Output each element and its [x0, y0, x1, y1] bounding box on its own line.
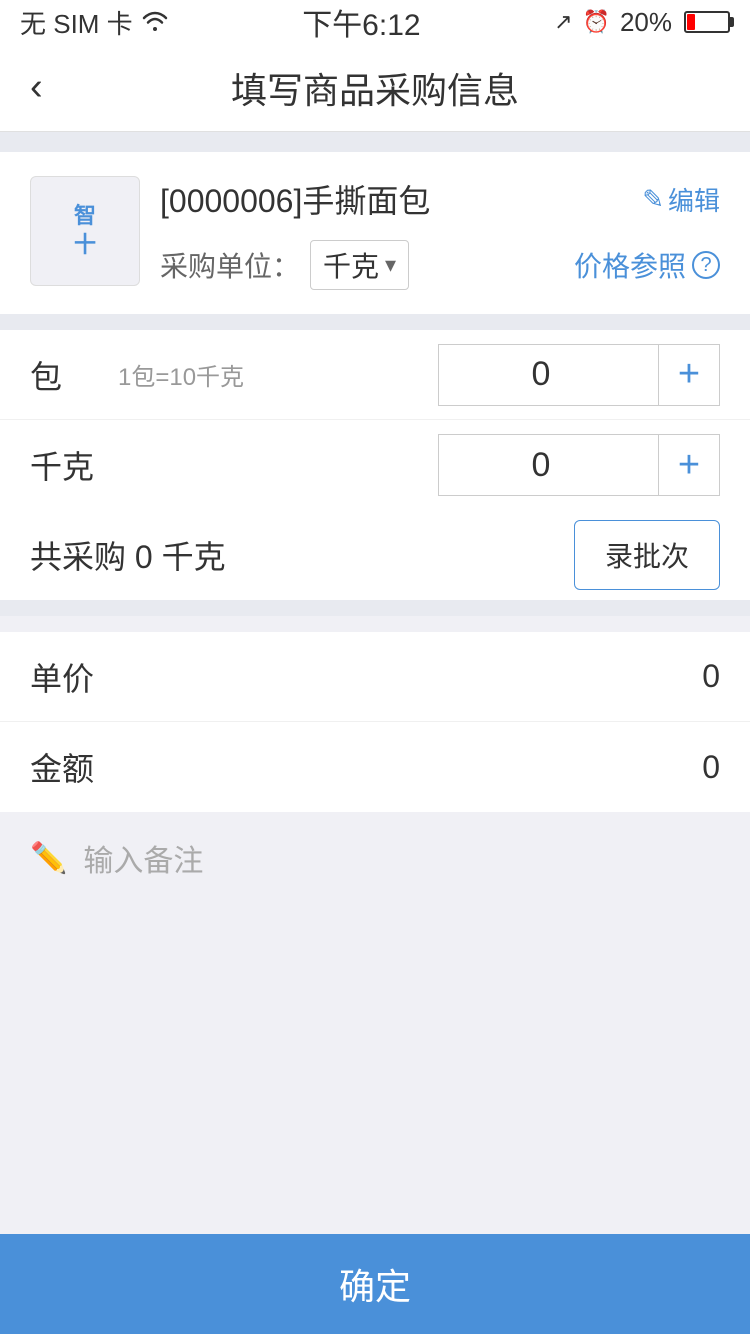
edit-button[interactable]: ✎ 编辑 [642, 181, 720, 218]
pack-number-input[interactable] [438, 344, 658, 406]
logo-line1: 智 [74, 202, 96, 231]
product-unit-row: 采购单位： 千克 ▾ 价格参照 ? [160, 240, 720, 290]
content-spacer [0, 904, 750, 1234]
pack-unit: 1包=10千克 [118, 357, 438, 392]
price-ref-button[interactable]: 价格参照 ? [574, 245, 720, 285]
price-ref-info-icon: ? [692, 251, 720, 279]
status-right: ↗ ⏰ 20% [554, 7, 730, 38]
logo-line2: 十 [74, 231, 96, 260]
top-divider [0, 132, 750, 152]
note-section[interactable]: ✏️ 输入备注 [0, 812, 750, 904]
kg-label: 千克 [30, 442, 110, 488]
pencil-icon: ✏️ [30, 841, 67, 876]
battery-percent: 20% [620, 7, 672, 38]
status-left: 无 SIM 卡 [20, 4, 169, 41]
price-ref-label: 价格参照 [574, 245, 686, 285]
no-sim-text: 无 SIM 卡 [20, 4, 133, 41]
product-card: 智 十 [0000006]手撕面包 ✎ 编辑 采购单位： 千克 ▾ [0, 152, 750, 314]
unit-label: 采购单位： [160, 245, 300, 285]
unit-price-label: 单价 [30, 654, 94, 700]
amount-row: 金额 0 [0, 722, 750, 812]
back-button[interactable]: ‹ [30, 66, 43, 109]
kg-plus-button[interactable]: + [658, 434, 720, 496]
status-bar: 无 SIM 卡 下午6:12 ↗ ⏰ 20% [0, 0, 750, 44]
product-info: [0000006]手撕面包 ✎ 编辑 采购单位： 千克 ▾ 价格参照 ? [160, 176, 720, 290]
total-text: 共采购 0 千克 [30, 532, 226, 578]
kg-input-control: + [438, 434, 720, 496]
unit-select[interactable]: 千克 ▾ [310, 240, 409, 290]
input-section: 包 1包=10千克 + 千克 + [0, 330, 750, 510]
edit-icon: ✎ [642, 184, 664, 215]
unit-price-row: 单价 0 [0, 632, 750, 722]
product-image: 智 十 [30, 176, 140, 286]
section-divider-2 [0, 600, 750, 616]
note-placeholder: 输入备注 [83, 836, 203, 880]
section-divider-1 [0, 314, 750, 330]
amount-value: 0 [702, 749, 720, 786]
page-title: 填写商品采购信息 [231, 62, 519, 114]
nav-bar: ‹ 填写商品采购信息 [0, 44, 750, 132]
amount-label: 金额 [30, 744, 94, 790]
kg-input-row: 千克 + [0, 420, 750, 510]
confirm-button[interactable]: 确定 [0, 1234, 750, 1334]
pack-label: 包 [30, 352, 110, 398]
pack-input-row: 包 1包=10千克 + [0, 330, 750, 420]
unit-value: 千克 [323, 245, 379, 285]
status-time: 下午6:12 [302, 0, 420, 44]
pack-plus-button[interactable]: + [658, 344, 720, 406]
product-name: [0000006]手撕面包 [160, 176, 430, 222]
location-icon: ↗ [554, 9, 572, 35]
product-name-row: [0000006]手撕面包 ✎ 编辑 [160, 176, 720, 222]
price-section: 单价 0 金额 0 [0, 632, 750, 812]
kg-number-input[interactable] [438, 434, 658, 496]
record-batch-button[interactable]: 录批次 [574, 520, 720, 590]
wifi-icon [141, 7, 169, 38]
edit-label: 编辑 [668, 181, 720, 218]
unit-price-value: 0 [702, 658, 720, 695]
total-row: 共采购 0 千克 录批次 [0, 510, 750, 600]
pack-input-control: + [438, 344, 720, 406]
battery-icon [684, 11, 730, 33]
unit-dropdown-arrow: ▾ [385, 252, 396, 278]
alarm-icon: ⏰ [583, 9, 610, 35]
